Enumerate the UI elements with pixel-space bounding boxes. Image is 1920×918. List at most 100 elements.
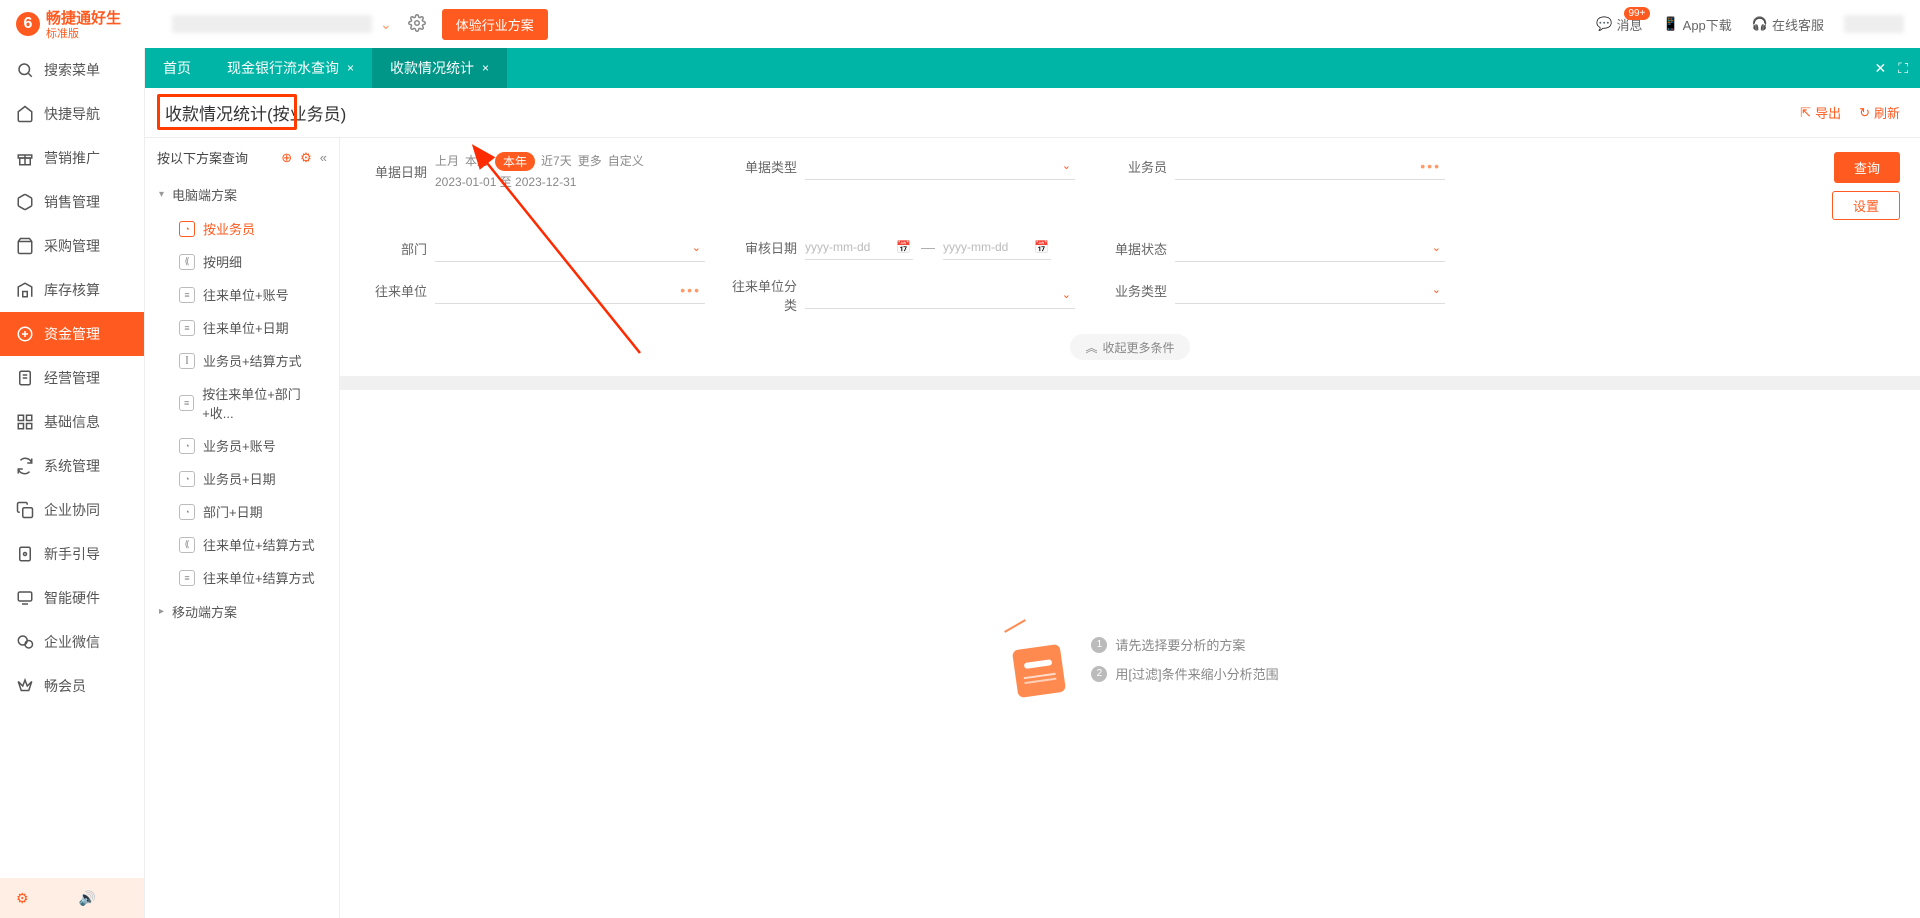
sync-icon — [16, 457, 34, 475]
preset-this-month[interactable]: 本月 — [465, 152, 489, 171]
scheme-item[interactable]: ≡往来单位+结算方式 — [145, 561, 339, 594]
cube-icon — [16, 193, 34, 211]
scheme-item[interactable]: ◔业务员+账号 — [145, 429, 339, 462]
filter-label: 业务类型 — [1100, 281, 1175, 300]
partner-category-select[interactable]: ⌄ — [805, 281, 1075, 309]
scheme-item[interactable]: ◔部门+日期 — [145, 495, 339, 528]
filter-label: 部门 — [360, 239, 435, 258]
business-type-select[interactable]: ⌄ — [1175, 276, 1445, 304]
add-icon[interactable]: ⊕ — [281, 150, 292, 166]
left-sidebar: 搜索菜单 快捷导航 营销推广 销售管理 采购管理 库存核算 — [0, 48, 145, 918]
sidebar-label: 库存核算 — [44, 280, 100, 300]
headset-icon: 🎧 — [1752, 16, 1768, 32]
scheme-item[interactable]: ◔按业务员 — [145, 212, 339, 245]
sidebar-label: 系统管理 — [44, 456, 100, 476]
sidebar-item-guide[interactable]: 新手引导 — [0, 532, 144, 576]
rocket-icon — [16, 545, 34, 563]
scheme-item[interactable]: ≡往来单位+日期 — [145, 311, 339, 344]
export-button[interactable]: ⇱ 导出 — [1800, 103, 1841, 122]
refresh-button[interactable]: ↻ 刷新 — [1859, 103, 1900, 122]
sidebar-item-operation[interactable]: 经营管理 — [0, 356, 144, 400]
sidebar-label: 资金管理 — [44, 324, 100, 344]
partner-select[interactable]: ••• — [435, 276, 705, 304]
scheme-item[interactable]: ⟪往来单位+结算方式 — [145, 528, 339, 561]
close-all-icon[interactable]: ✕ — [1874, 60, 1886, 77]
filter-doc-date: 单据日期 上月 本月 本年 近7天 更多 自定义 20 — [360, 152, 730, 190]
home-icon — [16, 105, 34, 123]
calendar-icon[interactable]: 📅 — [896, 240, 911, 254]
app-download-link[interactable]: 📱 App下载 — [1662, 15, 1731, 34]
settings-button[interactable]: 设置 — [1832, 191, 1900, 220]
close-icon[interactable]: × — [347, 61, 354, 75]
salesperson-select[interactable]: ••• — [1175, 152, 1445, 180]
sidebar-navigation: 搜索菜单 快捷导航 营销推广 销售管理 采购管理 库存核算 — [0, 48, 144, 878]
header-left: 6 畅捷通好生 标准版 ⌄ 体验行业方案 — [16, 7, 548, 41]
collapse-icon[interactable]: « — [320, 150, 327, 166]
scheme-item-label: 按明细 — [203, 252, 242, 271]
sidebar-item-system[interactable]: 系统管理 — [0, 444, 144, 488]
calendar-icon[interactable]: 📅 — [1034, 240, 1049, 254]
content-area: 首页 现金银行流水查询 × 收款情况统计 × ✕ ⛶ 收款情况统计(按业务员) — [145, 48, 1920, 918]
online-service-link[interactable]: 🎧 在线客服 — [1752, 15, 1824, 34]
tab-receipt-stats[interactable]: 收款情况统计 × — [372, 48, 507, 88]
sidebar-item-sales[interactable]: 销售管理 — [0, 180, 144, 224]
logo-area: 6 畅捷通好生 标准版 — [16, 7, 156, 41]
sidebar-label: 智能硬件 — [44, 588, 100, 608]
tab-home[interactable]: 首页 — [145, 48, 209, 88]
sidebar-item-basic[interactable]: 基础信息 — [0, 400, 144, 444]
close-icon[interactable]: × — [482, 61, 489, 75]
sidebar-item-collab[interactable]: 企业协同 — [0, 488, 144, 532]
collapse-filters[interactable]: ︽ 收起更多条件 — [1070, 334, 1190, 360]
filter-row: 往来单位 ••• 往来单位分类 ⌄ 业务类型 — [360, 276, 1900, 314]
filter-doc-status: 单据状态 ⌄ — [1100, 234, 1470, 262]
sidebar-item-marketing[interactable]: 营销推广 — [0, 136, 144, 180]
sidebar-item-nav[interactable]: 快捷导航 — [0, 92, 144, 136]
gear-icon[interactable]: ⚙ — [16, 890, 29, 907]
department-select[interactable]: ⌄ — [435, 234, 705, 262]
query-button[interactable]: 查询 — [1834, 152, 1900, 183]
chevron-down-icon: ⌄ — [692, 241, 701, 254]
scheme-item[interactable]: ⫿业务员+结算方式 — [145, 344, 339, 377]
placeholder-steps: 1 请先选择要分析的方案 2 用[过滤]条件来缩小分析范围 — [1091, 635, 1278, 683]
tab-label: 收款情况统计 — [390, 58, 474, 78]
list-icon: ≡ — [179, 320, 195, 336]
fullscreen-icon[interactable]: ⛶ — [1898, 60, 1908, 77]
sidebar-item-purchase[interactable]: 采购管理 — [0, 224, 144, 268]
scheme-group-mobile[interactable]: ▸ 移动端方案 — [145, 594, 339, 629]
top-header: 6 畅捷通好生 标准版 ⌄ 体验行业方案 💬 消息 99+ 📱 App下载 🎧 … — [0, 0, 1920, 48]
audit-date-range: 📅 — 📅 — [805, 234, 1051, 260]
scheme-item[interactable]: ≡按往来单位+部门+收... — [145, 377, 339, 429]
sound-icon[interactable]: 🔊 — [79, 890, 96, 907]
doc-status-select[interactable]: ⌄ — [1175, 234, 1445, 262]
filter-audit-date: 审核日期 📅 — 📅 — [730, 234, 1100, 260]
scheme-item[interactable]: ≡往来单位+账号 — [145, 278, 339, 311]
sidebar-label: 基础信息 — [44, 412, 100, 432]
user-info[interactable] — [1844, 15, 1904, 33]
preset-custom[interactable]: 自定义 — [608, 152, 644, 171]
gear-icon[interactable]: ⚙ — [300, 150, 312, 166]
filter-row: 部门 ⌄ 审核日期 📅 — [360, 234, 1900, 262]
preset-last-month[interactable]: 上月 — [435, 152, 459, 171]
company-selector[interactable]: ⌄ — [172, 15, 392, 33]
messages-link[interactable]: 💬 消息 99+ — [1596, 15, 1642, 34]
preset-this-year[interactable]: 本年 — [495, 152, 535, 171]
experience-button[interactable]: 体验行业方案 — [442, 9, 548, 40]
preset-more[interactable]: 更多 — [578, 152, 602, 171]
filter-department: 部门 ⌄ — [360, 234, 730, 262]
main-body: 按以下方案查询 ⊕ ⚙ « ▾ 电脑端方案 ◔按业务员 ⟪按明细 ≡往来单位+账… — [145, 138, 1920, 918]
sidebar-item-wechat[interactable]: 企业微信 — [0, 620, 144, 664]
preset-7days[interactable]: 近7天 — [541, 152, 572, 171]
scheme-item[interactable]: ⟪按明细 — [145, 245, 339, 278]
tab-cashflow[interactable]: 现金银行流水查询 × — [209, 48, 372, 88]
chevron-up-icon: ︽ — [1085, 339, 1097, 356]
sidebar-item-hardware[interactable]: 智能硬件 — [0, 576, 144, 620]
doc-type-select[interactable]: ⌄ — [805, 152, 1075, 180]
sidebar-item-vip[interactable]: 畅会员 — [0, 664, 144, 708]
gear-icon[interactable] — [408, 14, 426, 35]
sidebar-item-search[interactable]: 搜索菜单 — [0, 48, 144, 92]
sidebar-item-inventory[interactable]: 库存核算 — [0, 268, 144, 312]
scheme-group-desktop[interactable]: ▾ 电脑端方案 — [145, 177, 339, 212]
sidebar-item-funds[interactable]: 资金管理 — [0, 312, 144, 356]
scheme-item[interactable]: ◔业务员+日期 — [145, 462, 339, 495]
refresh-label: 刷新 — [1874, 103, 1900, 122]
